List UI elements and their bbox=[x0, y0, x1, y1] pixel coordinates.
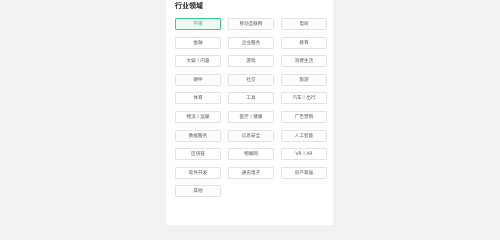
industry-tag[interactable]: 移动互联网 bbox=[228, 18, 274, 30]
industry-tag[interactable]: 广告营销 bbox=[281, 110, 327, 123]
industry-tag[interactable]: 工具 bbox=[228, 92, 274, 105]
industry-tag[interactable]: 旅游 bbox=[281, 73, 327, 86]
industry-filter-panel: 行业领域 不限 移动互联网 电商金融 企业服务 教育文娱丨内容 游戏 消费生活硬件 社交 旅游体… bbox=[166, 0, 333, 225]
industry-tag[interactable]: 体育 bbox=[175, 92, 221, 105]
industry-tag[interactable]: 软件开发 bbox=[175, 166, 221, 179]
industry-tag[interactable]: 数据服务 bbox=[175, 129, 221, 142]
industry-tag[interactable]: 通讯电子 bbox=[228, 166, 274, 179]
industry-tag[interactable]: 房产家居 bbox=[281, 166, 327, 179]
industry-tag-grid: 不限 移动互联网 电商金融 企业服务 教育文娱丨内容 游戏 消费生活硬件 社交 旅游体育 工具 汽车… bbox=[175, 18, 327, 198]
industry-tag[interactable]: 硬件 bbox=[175, 73, 221, 86]
industry-tag[interactable]: 信息安全 bbox=[228, 129, 274, 142]
section-title: 行业领域 bbox=[175, 2, 203, 10]
industry-tag[interactable]: 不限 bbox=[175, 18, 221, 30]
industry-tag[interactable]: 汽车丨出行 bbox=[281, 92, 327, 105]
industry-tag[interactable]: 医疗丨健康 bbox=[228, 110, 274, 123]
industry-tag[interactable]: 人工智能 bbox=[281, 129, 327, 142]
industry-tag[interactable]: 物联网 bbox=[228, 148, 274, 161]
industry-tag[interactable]: 企业服务 bbox=[228, 36, 274, 49]
industry-tag[interactable]: 区块链 bbox=[175, 148, 221, 161]
industry-tag[interactable]: 金融 bbox=[175, 36, 221, 49]
industry-tag[interactable]: 游戏 bbox=[228, 55, 274, 68]
industry-tag[interactable]: 消费生活 bbox=[281, 55, 327, 68]
industry-tag[interactable]: 社交 bbox=[228, 73, 274, 86]
industry-tag[interactable]: 电商 bbox=[281, 18, 327, 30]
industry-tag[interactable]: 文娱丨内容 bbox=[175, 55, 221, 68]
industry-tag[interactable]: 教育 bbox=[281, 36, 327, 49]
industry-tag[interactable]: VR丨AR bbox=[281, 148, 327, 161]
industry-tag[interactable]: 物流丨运输 bbox=[175, 110, 221, 123]
industry-tag[interactable]: 其他 bbox=[175, 185, 221, 198]
